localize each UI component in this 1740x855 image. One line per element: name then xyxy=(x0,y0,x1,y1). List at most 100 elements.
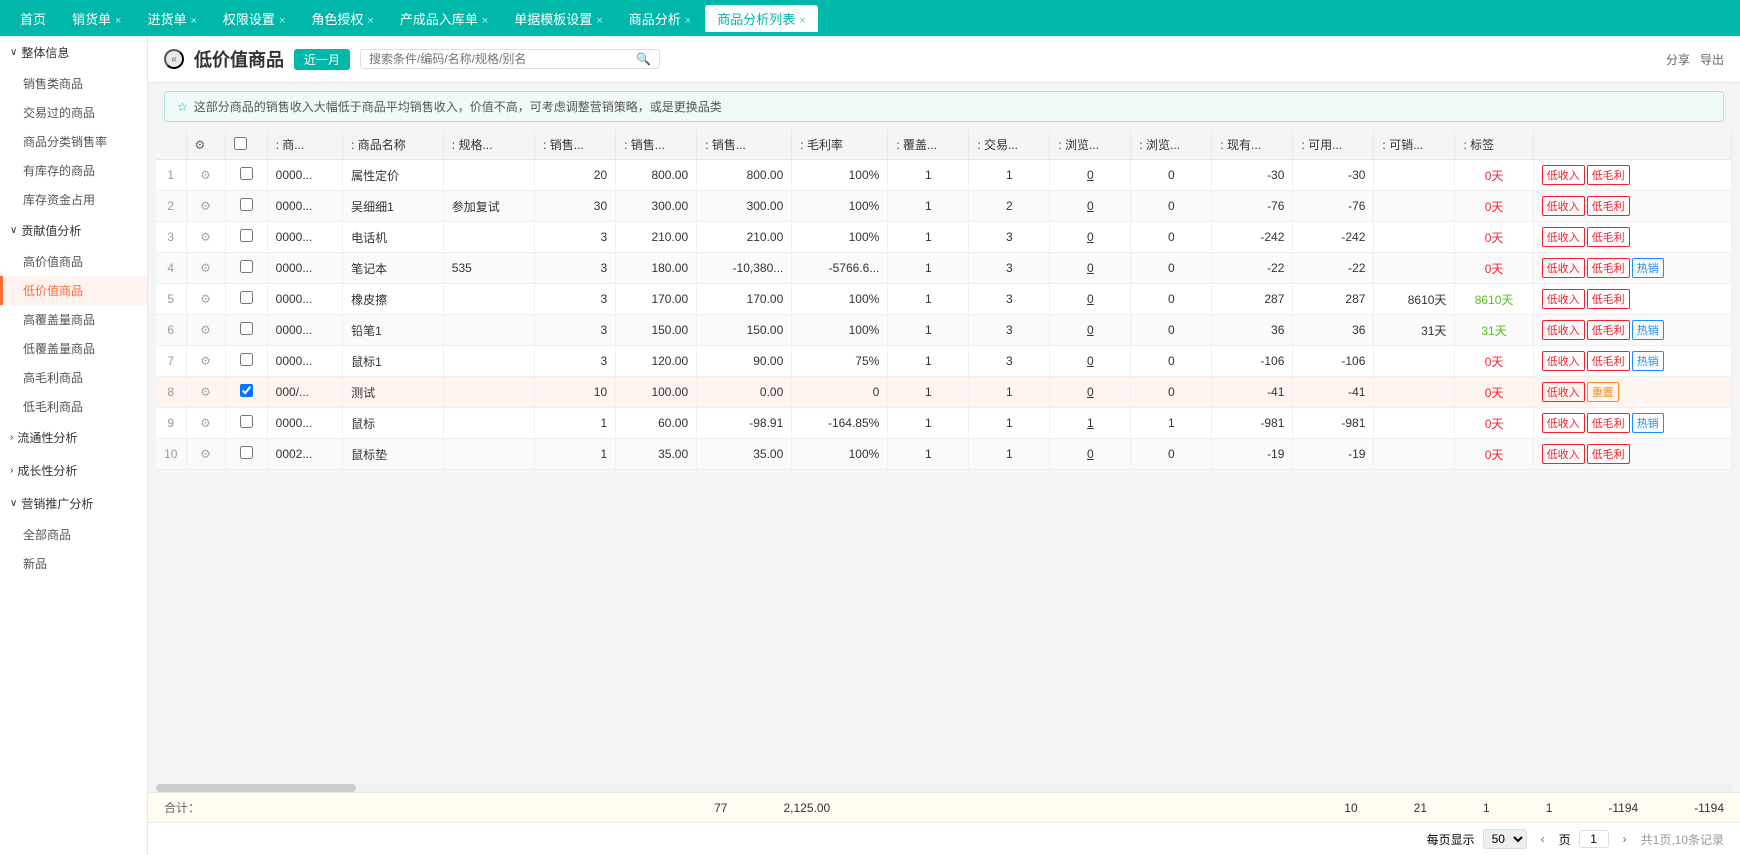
page-number-input[interactable] xyxy=(1579,830,1609,848)
cell-saleable xyxy=(1374,377,1455,408)
row-checkbox[interactable] xyxy=(240,260,253,273)
row-checkbox[interactable] xyxy=(240,384,253,397)
sidebar-item-商品分类销售率[interactable]: 商品分类销售率 xyxy=(0,127,147,156)
row-checkbox[interactable] xyxy=(240,446,253,459)
row-gear-icon[interactable]: ⚙ xyxy=(200,199,211,213)
prev-page-btn[interactable]: ‹ xyxy=(1535,830,1551,848)
scrollbar-thumb[interactable] xyxy=(156,784,356,792)
row-gear-icon[interactable]: ⚙ xyxy=(200,292,211,306)
sidebar-item-高覆盖量商品[interactable]: 高覆盖量商品 xyxy=(0,305,147,334)
select-all-checkbox[interactable] xyxy=(234,137,247,150)
sidebar-section-整体信息[interactable]: ∨ 整体信息 xyxy=(0,36,147,69)
col-label: : 商品名称 xyxy=(351,138,406,152)
row-gear-icon[interactable]: ⚙ xyxy=(200,230,211,244)
row-num: 6 xyxy=(156,315,186,346)
gear-icon[interactable]: ⚙ xyxy=(195,138,206,152)
cell-view1[interactable]: 0 xyxy=(1050,160,1131,191)
row-gear-icon[interactable]: ⚙ xyxy=(200,323,211,337)
row-gear-icon[interactable]: ⚙ xyxy=(200,416,211,430)
nav-item-角色授权[interactable]: 角色授权× xyxy=(299,5,385,32)
row-checkbox[interactable] xyxy=(240,291,253,304)
cell-tags: 低收入低毛利 xyxy=(1533,284,1731,315)
row-checkbox[interactable] xyxy=(240,415,253,428)
sidebar-item-低覆盖量商品[interactable]: 低覆盖量商品 xyxy=(0,334,147,363)
row-gear[interactable]: ⚙ xyxy=(186,160,225,191)
cell-code: 0000... xyxy=(267,346,342,377)
cell-view1[interactable]: 0 xyxy=(1050,315,1131,346)
sidebar-item-交易过的商品[interactable]: 交易过的商品 xyxy=(0,98,147,127)
export-button[interactable]: 导出 xyxy=(1700,51,1724,68)
sidebar-item-销售类商品[interactable]: 销售类商品 xyxy=(0,69,147,98)
row-gear[interactable]: ⚙ xyxy=(186,439,225,470)
nav-item-单据模板设置[interactable]: 单据模板设置× xyxy=(502,5,614,32)
cell-sales_amt: 120.00 xyxy=(616,346,697,377)
sidebar-item-高价值商品[interactable]: 高价值商品 xyxy=(0,247,147,276)
nav-close-进货单[interactable]: × xyxy=(190,15,196,27)
sidebar-item-全部商品[interactable]: 全部商品 xyxy=(0,520,147,549)
cell-view1[interactable]: 1 xyxy=(1050,408,1131,439)
search-icon[interactable]: 🔍 xyxy=(636,52,651,66)
nav-close-商品分析列表[interactable]: × xyxy=(799,15,805,27)
row-gear-icon[interactable]: ⚙ xyxy=(200,385,211,399)
horizontal-scrollbar[interactable] xyxy=(156,784,1732,792)
nav-close-角色授权[interactable]: × xyxy=(367,15,373,27)
row-checkbox[interactable] xyxy=(240,229,253,242)
nav-item-权限设置[interactable]: 权限设置× xyxy=(211,5,297,32)
nav-item-进货单[interactable]: 进货单× xyxy=(135,5,208,32)
filter-button[interactable]: 近一月 xyxy=(294,49,350,70)
row-gear-icon[interactable]: ⚙ xyxy=(200,354,211,368)
sidebar-section-流通性分析[interactable]: › 流通性分析 xyxy=(0,421,147,454)
cell-view1[interactable]: 0 xyxy=(1050,439,1131,470)
sidebar-collapse-btn[interactable]: « xyxy=(164,49,184,69)
nav-close-销货单[interactable]: × xyxy=(115,15,121,27)
row-gear[interactable]: ⚙ xyxy=(186,346,225,377)
sidebar-item-有库存的商品[interactable]: 有库存的商品 xyxy=(0,156,147,185)
share-button[interactable]: 分享 xyxy=(1666,51,1690,68)
cell-view1[interactable]: 0 xyxy=(1050,346,1131,377)
row-gear-icon[interactable]: ⚙ xyxy=(200,261,211,275)
row-checkbox[interactable] xyxy=(240,353,253,366)
sidebar-item-新品[interactable]: 新品 xyxy=(0,549,147,578)
sidebar-item-库存资金占用[interactable]: 库存资金占用 xyxy=(0,185,147,214)
next-page-btn[interactable]: › xyxy=(1617,830,1633,848)
row-gear[interactable]: ⚙ xyxy=(186,191,225,222)
sidebar-section-贡献值分析[interactable]: ∨ 贡献值分析 xyxy=(0,214,147,247)
row-checkbox[interactable] xyxy=(240,167,253,180)
nav-item-首页[interactable]: 首页 xyxy=(8,5,58,32)
row-gear[interactable]: ⚙ xyxy=(186,315,225,346)
search-input[interactable] xyxy=(369,52,636,66)
sidebar-item-低价值商品[interactable]: 低价值商品 xyxy=(0,276,147,305)
row-gear-icon[interactable]: ⚙ xyxy=(200,168,211,182)
nav-close-权限设置[interactable]: × xyxy=(279,15,285,27)
nav-item-销货单[interactable]: 销货单× xyxy=(60,5,133,32)
sidebar-item-高毛利商品[interactable]: 高毛利商品 xyxy=(0,363,147,392)
sidebar-item-低毛利商品[interactable]: 低毛利商品 xyxy=(0,392,147,421)
sidebar-section-成长性分析[interactable]: › 成长性分析 xyxy=(0,454,147,487)
nav-close-产成品入库单[interactable]: × xyxy=(482,15,488,27)
cell-coverage: 1 xyxy=(888,160,969,191)
nav-close-单据模板设置[interactable]: × xyxy=(596,15,602,27)
sidebar-section-营销推广分析[interactable]: ∨ 营销推广分析 xyxy=(0,487,147,520)
cell-view1[interactable]: 0 xyxy=(1050,222,1131,253)
cell-view1[interactable]: 0 xyxy=(1050,253,1131,284)
row-gear[interactable]: ⚙ xyxy=(186,222,225,253)
row-checkbox[interactable] xyxy=(240,322,253,335)
cell-code: 0000... xyxy=(267,222,342,253)
nav-close-商品分析[interactable]: × xyxy=(685,15,691,27)
cell-sales_amt: 60.00 xyxy=(616,408,697,439)
row-checkbox[interactable] xyxy=(240,198,253,211)
nav-item-产成品入库单[interactable]: 产成品入库单× xyxy=(388,5,500,32)
col-check[interactable] xyxy=(225,130,267,160)
cell-view1[interactable]: 0 xyxy=(1050,284,1131,315)
nav-item-商品分析列表[interactable]: 商品分析列表× xyxy=(705,5,817,32)
row-gear[interactable]: ⚙ xyxy=(186,408,225,439)
nav-item-商品分析[interactable]: 商品分析× xyxy=(617,5,703,32)
row-gear-icon[interactable]: ⚙ xyxy=(200,447,211,461)
cell-view1[interactable]: 0 xyxy=(1050,191,1131,222)
row-gear[interactable]: ⚙ xyxy=(186,377,225,408)
row-gear[interactable]: ⚙ xyxy=(186,284,225,315)
row-gear[interactable]: ⚙ xyxy=(186,253,225,284)
col-gear[interactable]: ⚙ xyxy=(186,130,225,160)
cell-view1[interactable]: 0 xyxy=(1050,377,1131,408)
page-size-select[interactable]: 50 xyxy=(1483,829,1527,849)
